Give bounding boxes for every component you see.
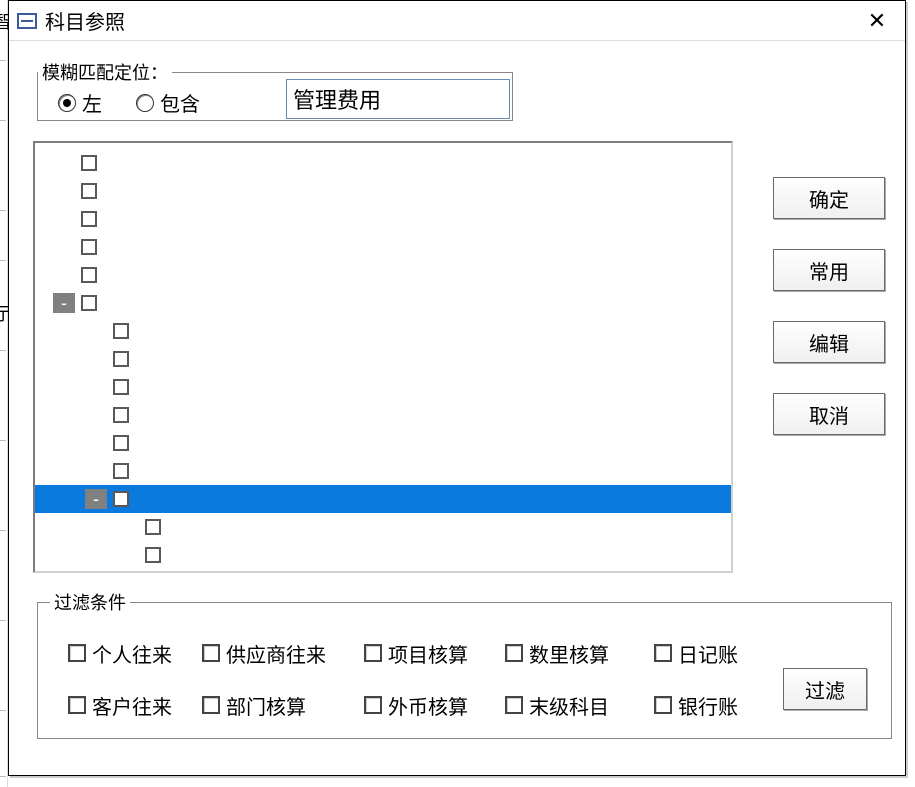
tree-row[interactable]	[35, 317, 731, 345]
tree-checkbox[interactable]	[145, 547, 161, 563]
tree-row[interactable]	[35, 513, 731, 541]
tree-checkbox[interactable]	[113, 407, 129, 423]
expander-icon[interactable]: -	[85, 489, 107, 509]
background-window-edge: 智 亍	[0, 0, 8, 787]
tree-checkbox[interactable]	[81, 183, 97, 199]
expander-icon[interactable]: -	[53, 293, 75, 313]
tree-checkbox[interactable]	[113, 351, 129, 367]
fuzzy-match-group: 模糊匹配定位： 左 包含	[37, 59, 513, 121]
tree-checkbox[interactable]	[81, 239, 97, 255]
tree-checkbox[interactable]	[81, 295, 97, 311]
tree-row[interactable]	[35, 261, 731, 289]
tree-row[interactable]	[35, 233, 731, 261]
edit-button[interactable]: 编辑	[773, 321, 885, 363]
tree-row[interactable]	[35, 401, 731, 429]
filter-group: 过滤条件 个人往来 供应商往来 项目核算 数里核算 日记账 客户往来 部门核算 …	[37, 589, 892, 739]
radio-left[interactable]	[58, 94, 76, 112]
checkbox-icon[interactable]	[654, 696, 672, 714]
tree-checkbox[interactable]	[113, 323, 129, 339]
checkbox-icon[interactable]	[505, 644, 523, 662]
common-button[interactable]: 常用	[773, 249, 885, 291]
filter-legend: 过滤条件	[50, 589, 130, 615]
filter-department[interactable]: 部门核算	[202, 691, 306, 720]
ok-button[interactable]: 确定	[773, 177, 885, 219]
dialog-title: 科目参照	[45, 6, 125, 35]
filter-journal[interactable]: 日记账	[654, 639, 738, 668]
filter-bank[interactable]: 银行账	[654, 691, 738, 720]
filter-project[interactable]: 项目核算	[364, 639, 468, 668]
tree-row[interactable]	[35, 345, 731, 373]
tree-row[interactable]	[35, 457, 731, 485]
filter-button[interactable]: 过滤	[783, 668, 867, 710]
checkbox-icon[interactable]	[654, 644, 672, 662]
tree-checkbox[interactable]	[113, 463, 129, 479]
radio-contains-label[interactable]: 包含	[160, 88, 200, 117]
tree-checkbox[interactable]	[81, 155, 97, 171]
filter-supplier[interactable]: 供应商往来	[202, 639, 326, 668]
filter-customer[interactable]: 客户往来	[68, 691, 172, 720]
search-input[interactable]	[286, 79, 510, 119]
checkbox-icon[interactable]	[364, 644, 382, 662]
filter-quantity[interactable]: 数里核算	[505, 639, 609, 668]
tree-row[interactable]: -	[35, 289, 731, 317]
tree-checkbox[interactable]	[113, 491, 129, 507]
tree-checkbox[interactable]	[113, 379, 129, 395]
tree-row[interactable]	[35, 541, 731, 569]
tree-row[interactable]	[35, 177, 731, 205]
tree-row[interactable]	[35, 205, 731, 233]
checkbox-icon[interactable]	[202, 696, 220, 714]
filter-leaf[interactable]: 末级科目	[505, 691, 609, 720]
dialog-content: 模糊匹配定位： 左 包含 -- 确定 常用 编辑 取消 过滤条件 个人往来 供应…	[17, 41, 897, 767]
fuzzy-match-legend: 模糊匹配定位：	[38, 59, 172, 85]
radio-contains[interactable]	[136, 94, 154, 112]
tree-checkbox[interactable]	[145, 519, 161, 535]
tree-row[interactable]	[35, 429, 731, 457]
tree-checkbox[interactable]	[81, 211, 97, 227]
checkbox-icon[interactable]	[68, 696, 86, 714]
subject-tree[interactable]: --	[33, 141, 733, 573]
subject-reference-dialog: 科目参照 ✕ 模糊匹配定位： 左 包含 -- 确定 常用 编辑 取消 过滤条件	[8, 0, 906, 776]
fuzzy-match-row: 左 包含	[38, 85, 512, 120]
checkbox-icon[interactable]	[202, 644, 220, 662]
cancel-button[interactable]: 取消	[773, 393, 885, 435]
checkbox-icon[interactable]	[364, 696, 382, 714]
app-icon	[17, 13, 37, 29]
side-buttons: 确定 常用 编辑 取消	[773, 177, 885, 435]
tree-checkbox[interactable]	[81, 267, 97, 283]
filter-personal[interactable]: 个人往来	[68, 639, 172, 668]
titlebar: 科目参照 ✕	[9, 1, 905, 41]
tree-row[interactable]: -	[35, 485, 731, 513]
radio-left-label[interactable]: 左	[82, 88, 102, 117]
close-button[interactable]: ✕	[857, 8, 897, 34]
filter-foreign[interactable]: 外币核算	[364, 691, 468, 720]
tree-row[interactable]	[35, 149, 731, 177]
checkbox-icon[interactable]	[68, 644, 86, 662]
tree-row[interactable]	[35, 373, 731, 401]
checkbox-icon[interactable]	[505, 696, 523, 714]
tree-checkbox[interactable]	[113, 435, 129, 451]
